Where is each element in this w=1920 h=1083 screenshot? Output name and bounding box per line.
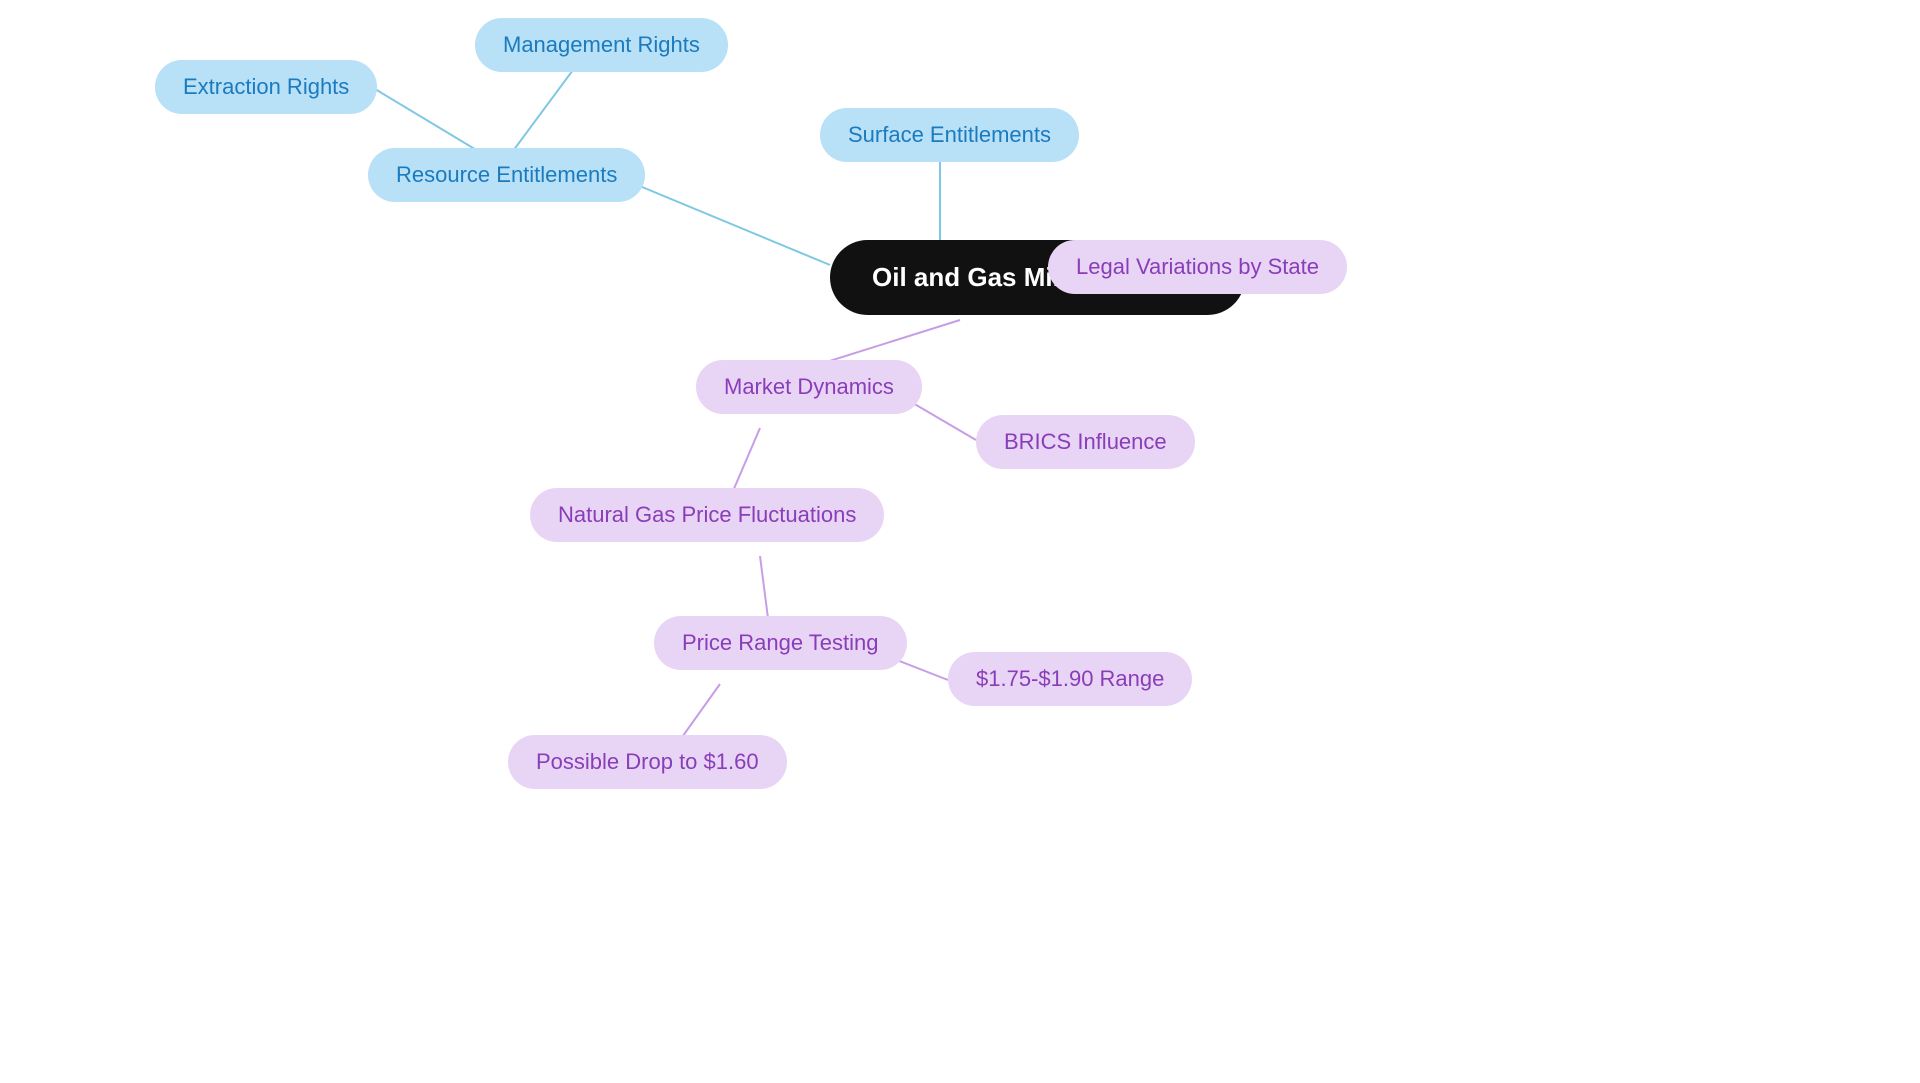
possible-drop-node: Possible Drop to $1.60 <box>508 735 787 789</box>
brics-influence-node: BRICS Influence <box>976 415 1195 469</box>
natural-gas-price-node: Natural Gas Price Fluctuations <box>530 488 884 542</box>
price-range-175-node: $1.75-$1.90 Range <box>948 652 1192 706</box>
management-rights-node: Management Rights <box>475 18 728 72</box>
surface-entitlements-node: Surface Entitlements <box>820 108 1079 162</box>
legal-variations-node: Legal Variations by State <box>1048 240 1347 294</box>
extraction-rights-node: Extraction Rights <box>155 60 377 114</box>
resource-entitlements-node: Resource Entitlements <box>368 148 645 202</box>
price-range-testing-node: Price Range Testing <box>654 616 907 670</box>
market-dynamics-node: Market Dynamics <box>696 360 922 414</box>
